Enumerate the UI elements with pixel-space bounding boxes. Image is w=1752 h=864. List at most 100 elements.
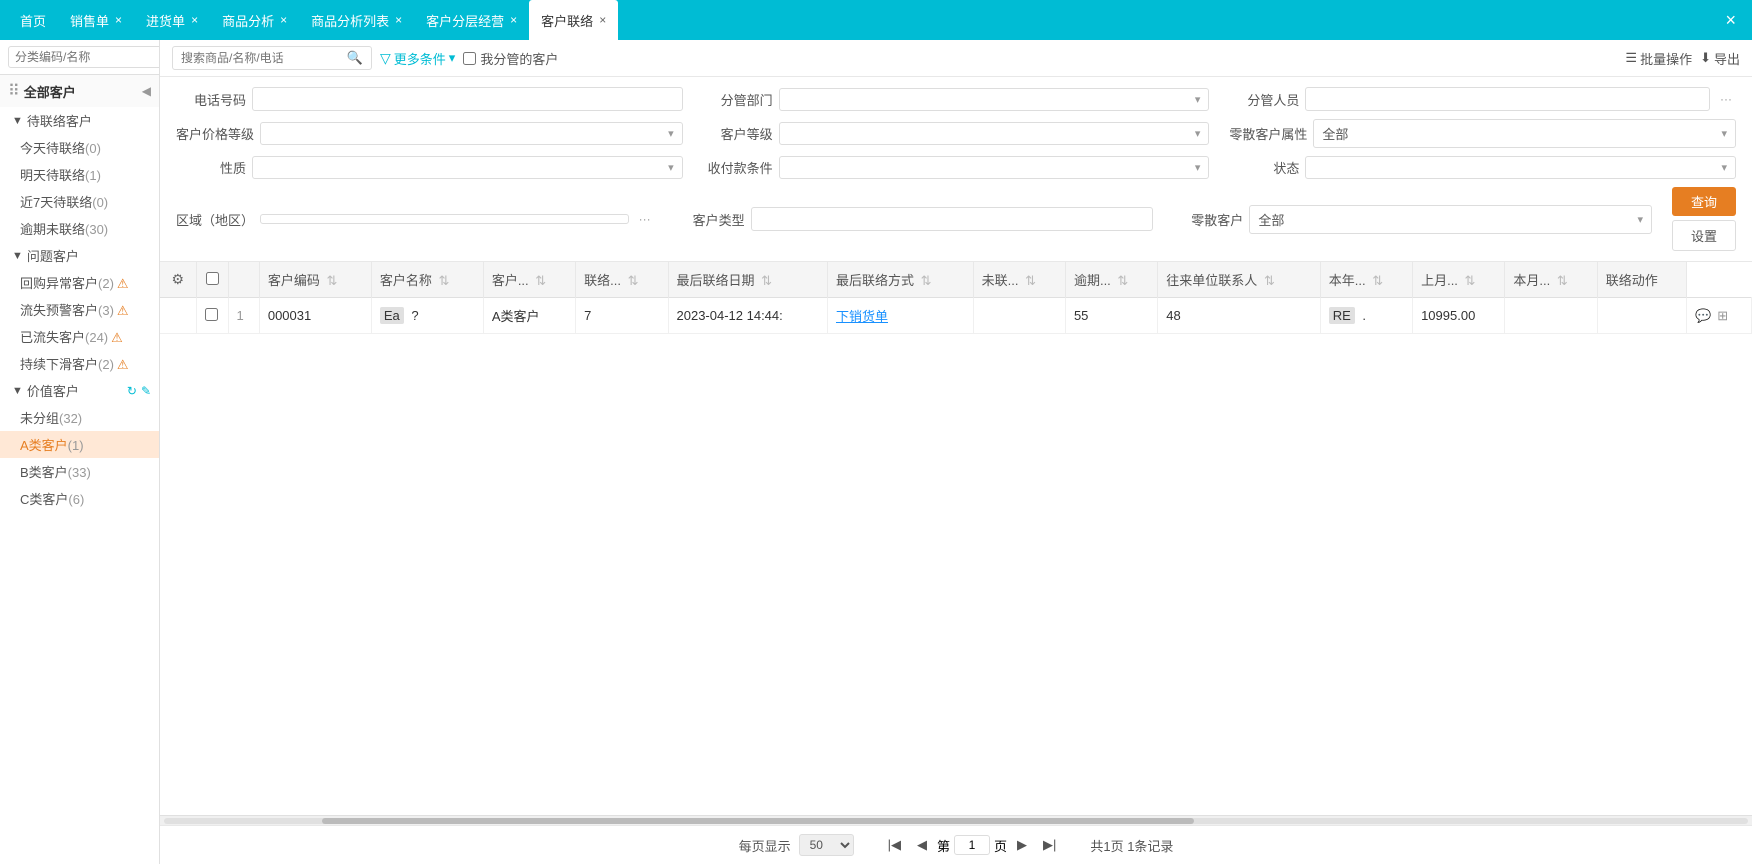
sidebar-item-today-pending[interactable]: 今天待联络(0) bbox=[0, 134, 159, 161]
tab-customer-contact[interactable]: 客户联络 × bbox=[529, 0, 618, 40]
filter-input-customer-type[interactable] bbox=[751, 207, 1154, 231]
all-customers-header[interactable]: ⠿ 全部客户 ◀ bbox=[0, 75, 159, 107]
th-last-month[interactable]: 上月... ⇅ bbox=[1413, 262, 1505, 298]
th-type[interactable]: 客户... ⇅ bbox=[483, 262, 575, 298]
page-label: 第 bbox=[937, 836, 950, 855]
filter-select-price-level[interactable]: ▾ bbox=[260, 122, 683, 145]
select-all-checkbox[interactable] bbox=[206, 272, 219, 285]
pagination: 每页显示 50 100 200 |◀ ◀ 第 页 ▶ ▶| 共1页 1条记录 bbox=[160, 825, 1752, 864]
filter-label-manager: 分管人员 bbox=[1229, 90, 1299, 109]
sidebar-item-lost[interactable]: 已流失客户(24)⚠ bbox=[0, 323, 159, 350]
export-button[interactable]: ⬇ 导出 bbox=[1700, 49, 1740, 68]
filter-cell-status: 状态 ▾ bbox=[1229, 156, 1736, 179]
filter-input-phone[interactable] bbox=[252, 87, 683, 111]
last-page-button[interactable]: ▶| bbox=[1037, 835, 1062, 855]
th-last-method[interactable]: 最后联络方式 ⇅ bbox=[827, 262, 973, 298]
tab-purchase[interactable]: 进货单 × bbox=[134, 0, 210, 40]
sidebar-item-7days-pending[interactable]: 近7天待联络(0) bbox=[0, 188, 159, 215]
th-last-date[interactable]: 最后联络日期 ⇅ bbox=[668, 262, 827, 298]
th-visit-contact[interactable]: 往来单位联系人 ⇅ bbox=[1158, 262, 1320, 298]
th-gear[interactable]: ⚙ bbox=[160, 262, 196, 298]
filter-select-payment[interactable]: ▾ bbox=[779, 156, 1210, 179]
tab-customer-segment[interactable]: 客户分层经营 × bbox=[414, 0, 529, 40]
filter-select-scattered[interactable]: 全部 ▾ bbox=[1249, 205, 1652, 234]
sidebar-item-loss-warning[interactable]: 流失预警客户(3)⚠ bbox=[0, 296, 159, 323]
sidebar-item-class-b[interactable]: B类客户(33) bbox=[0, 458, 159, 485]
prev-page-button[interactable]: ◀ bbox=[911, 835, 933, 855]
refresh-icon[interactable]: ↻ bbox=[127, 384, 137, 398]
more-filter-button[interactable]: ▽ 更多条件 ▾ bbox=[380, 49, 455, 68]
chevron-scattered-icon: ▾ bbox=[1637, 213, 1643, 226]
region-more-icon[interactable]: ··· bbox=[635, 212, 655, 226]
close-goods-list-tab[interactable]: × bbox=[395, 13, 402, 27]
filter-label-status: 状态 bbox=[1229, 158, 1299, 177]
sidebar-item-repurchase-abnormal[interactable]: 回购异常客户(2)⚠ bbox=[0, 269, 159, 296]
settings-button[interactable]: 设置 bbox=[1672, 220, 1736, 251]
filter-panel: 电话号码 分管部门 ▾ 分管人员 ··· bbox=[160, 77, 1752, 262]
sort-uncontact-icon: ⇅ bbox=[1025, 273, 1036, 288]
filter-select-customer-level[interactable]: ▾ bbox=[779, 122, 1210, 145]
first-page-button[interactable]: |◀ bbox=[882, 835, 907, 855]
th-contact[interactable]: 联络... ⇅ bbox=[576, 262, 668, 298]
filter-select-scattered-attr[interactable]: 全部 ▾ bbox=[1313, 119, 1736, 148]
sidebar-item-overdue-pending[interactable]: 逾期未联络(30) bbox=[0, 215, 159, 242]
window-close-button[interactable]: × bbox=[1717, 10, 1744, 31]
toolbar-right: ☰ 批量操作 ⬇ 导出 bbox=[1625, 49, 1740, 68]
filter-cell-phone: 电话号码 bbox=[176, 87, 683, 111]
settings-gear-icon[interactable]: ⚙ bbox=[171, 271, 184, 287]
filter-select-status[interactable]: ▾ bbox=[1305, 156, 1736, 179]
sidebar-item-class-c[interactable]: C类客户(6) bbox=[0, 485, 159, 512]
sidebar-item-declining[interactable]: 持续下滑客户(2)⚠ bbox=[0, 350, 159, 377]
dots-icon: ⠿ bbox=[8, 81, 20, 101]
query-button[interactable]: 查询 bbox=[1672, 187, 1736, 216]
toolbar-search-icon[interactable]: 🔍 bbox=[347, 50, 363, 66]
tab-sales[interactable]: 销售单 × bbox=[58, 0, 134, 40]
tab-goods-analysis[interactable]: 商品分析 × bbox=[210, 0, 299, 40]
my-customers-checkbox[interactable] bbox=[463, 52, 476, 65]
page-number-input[interactable] bbox=[954, 835, 990, 855]
close-goods-analysis-tab[interactable]: × bbox=[280, 13, 287, 27]
close-sales-tab[interactable]: × bbox=[115, 13, 122, 27]
close-contact-tab[interactable]: × bbox=[599, 13, 606, 27]
th-code[interactable]: 客户编码 ⇅ bbox=[259, 262, 371, 298]
group-value-customers[interactable]: ▼ 价值客户 ↻ ✎ bbox=[0, 377, 159, 404]
manager-more-icon[interactable]: ··· bbox=[1716, 92, 1736, 106]
filter-select-nature[interactable]: ▾ bbox=[252, 156, 683, 179]
sidebar-item-unclassified[interactable]: 未分组(32) bbox=[0, 404, 159, 431]
sidebar-item-class-a[interactable]: A类客户(1) bbox=[0, 431, 159, 458]
sidebar-search-input[interactable] bbox=[8, 46, 160, 68]
sidebar-item-tomorrow-pending[interactable]: 明天待联络(1) bbox=[0, 161, 159, 188]
th-this-month[interactable]: 本月... ⇅ bbox=[1505, 262, 1597, 298]
tab-home[interactable]: 首页 bbox=[8, 0, 58, 40]
batch-operation-button[interactable]: ☰ 批量操作 bbox=[1625, 49, 1692, 68]
sidebar-collapse-icon[interactable]: ◀ bbox=[142, 84, 151, 98]
filter-select-dept[interactable]: ▾ bbox=[779, 88, 1210, 111]
th-name[interactable]: 客户名称 ⇅ bbox=[371, 262, 483, 298]
filter-cell-payment: 收付款条件 ▾ bbox=[703, 156, 1210, 179]
th-overdue[interactable]: 逾期... ⇅ bbox=[1065, 262, 1157, 298]
qr-action-icon[interactable]: ⊞ bbox=[1717, 308, 1728, 324]
warn-icon-3: ⚠ bbox=[117, 357, 129, 372]
close-segment-tab[interactable]: × bbox=[510, 13, 517, 27]
row-checkbox[interactable] bbox=[205, 308, 218, 321]
edit-icon[interactable]: ✎ bbox=[141, 384, 151, 398]
filter-select-region[interactable] bbox=[260, 214, 629, 224]
per-page-select[interactable]: 50 100 200 bbox=[799, 834, 854, 856]
horizontal-scrollbar[interactable] bbox=[160, 815, 1752, 825]
td-last-date: 2023-04-12 14:44: bbox=[668, 298, 827, 334]
next-page-button[interactable]: ▶ bbox=[1011, 835, 1033, 855]
td-gear bbox=[160, 298, 196, 334]
close-purchase-tab[interactable]: × bbox=[191, 13, 198, 27]
th-this-year[interactable]: 本年... ⇅ bbox=[1320, 262, 1412, 298]
group-pending-contact[interactable]: ▼ 待联络客户 bbox=[0, 107, 159, 134]
group-arrow-value: ▼ bbox=[12, 385, 23, 397]
tab-goods-analysis-list[interactable]: 商品分析列表 × bbox=[299, 0, 414, 40]
scroll-thumb[interactable] bbox=[322, 818, 1193, 824]
group-problem-customers[interactable]: ▼ 问题客户 bbox=[0, 242, 159, 269]
chat-action-icon[interactable]: 💬 bbox=[1695, 308, 1711, 324]
filter-input-manager[interactable] bbox=[1305, 87, 1710, 111]
th-uncontact[interactable]: 未联... ⇅ bbox=[973, 262, 1065, 298]
my-customers-checkbox-label[interactable]: 我分管的客户 bbox=[463, 49, 558, 68]
toolbar-search-input[interactable] bbox=[181, 51, 347, 65]
last-method-link[interactable]: 下销货单 bbox=[836, 309, 888, 324]
